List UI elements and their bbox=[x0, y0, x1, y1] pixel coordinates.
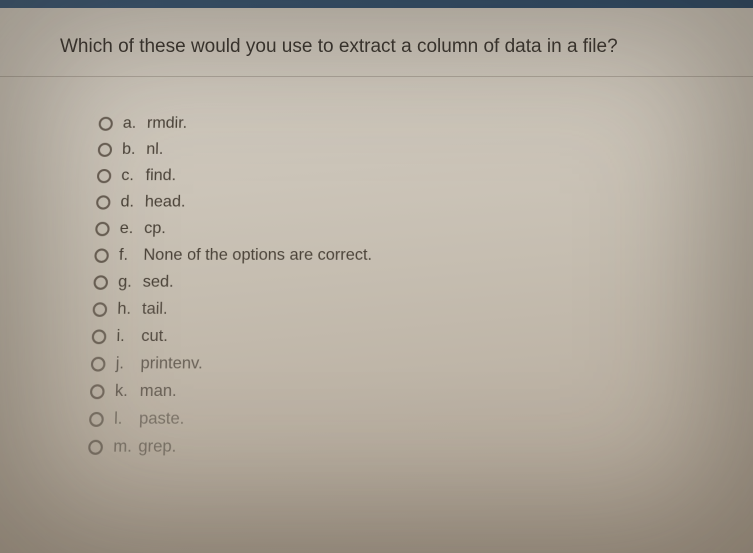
radio-icon[interactable] bbox=[94, 248, 109, 262]
option-letter: i. bbox=[116, 327, 141, 346]
radio-icon[interactable] bbox=[90, 384, 105, 399]
radio-icon[interactable] bbox=[88, 440, 103, 455]
option-letter: g. bbox=[118, 273, 143, 292]
radio-icon[interactable] bbox=[93, 275, 108, 290]
option-letter: k. bbox=[115, 382, 140, 401]
option-text: cut. bbox=[141, 327, 753, 346]
option-text: sed. bbox=[142, 273, 753, 292]
option-a[interactable]: a. rmdir. bbox=[98, 115, 753, 133]
radio-icon[interactable] bbox=[91, 357, 106, 372]
option-letter: c. bbox=[121, 167, 146, 185]
option-text: nl. bbox=[146, 141, 753, 159]
header-accent-bar bbox=[0, 0, 753, 8]
radio-icon[interactable] bbox=[89, 412, 104, 427]
radio-icon[interactable] bbox=[95, 222, 110, 236]
option-text: paste. bbox=[139, 410, 753, 429]
option-letter: j. bbox=[115, 355, 140, 374]
option-d[interactable]: d. head. bbox=[96, 193, 753, 211]
option-letter: e. bbox=[119, 220, 144, 238]
option-j[interactable]: j. printenv. bbox=[91, 355, 753, 374]
radio-icon[interactable] bbox=[97, 169, 112, 183]
option-g[interactable]: g. sed. bbox=[93, 273, 753, 292]
option-letter: a. bbox=[123, 115, 148, 133]
radio-icon[interactable] bbox=[99, 117, 114, 131]
option-e[interactable]: e. cp. bbox=[95, 220, 753, 238]
option-letter: l. bbox=[114, 410, 139, 429]
radio-icon[interactable] bbox=[98, 143, 113, 157]
options-list: a. rmdir. b. nl. c. find. d. head. e. cp… bbox=[0, 85, 753, 457]
option-text: printenv. bbox=[140, 355, 753, 374]
option-i[interactable]: i. cut. bbox=[92, 327, 753, 346]
option-l[interactable]: l. paste. bbox=[89, 410, 753, 429]
option-text: None of the options are correct. bbox=[143, 246, 753, 265]
option-text: tail. bbox=[142, 300, 753, 319]
option-k[interactable]: k. man. bbox=[90, 382, 753, 401]
option-f[interactable]: f. None of the options are correct. bbox=[94, 246, 753, 265]
radio-icon[interactable] bbox=[92, 302, 107, 317]
option-text: rmdir. bbox=[147, 115, 753, 133]
option-letter: f. bbox=[119, 246, 144, 265]
option-letter: h. bbox=[117, 300, 142, 319]
option-text: find. bbox=[145, 167, 753, 185]
option-letter: m. bbox=[113, 438, 139, 457]
option-c[interactable]: c. find. bbox=[97, 167, 753, 185]
option-text: man. bbox=[140, 382, 753, 401]
option-text: grep. bbox=[138, 438, 753, 457]
radio-icon[interactable] bbox=[96, 195, 111, 209]
radio-icon[interactable] bbox=[92, 329, 107, 344]
option-m[interactable]: m. grep. bbox=[88, 438, 753, 457]
option-h[interactable]: h. tail. bbox=[92, 300, 753, 319]
option-letter: b. bbox=[122, 141, 147, 159]
option-letter: d. bbox=[120, 193, 145, 211]
option-b[interactable]: b. nl. bbox=[98, 141, 753, 159]
option-text: cp. bbox=[144, 220, 753, 238]
option-text: head. bbox=[145, 193, 753, 211]
question-text: Which of these would you use to extract … bbox=[0, 8, 753, 77]
